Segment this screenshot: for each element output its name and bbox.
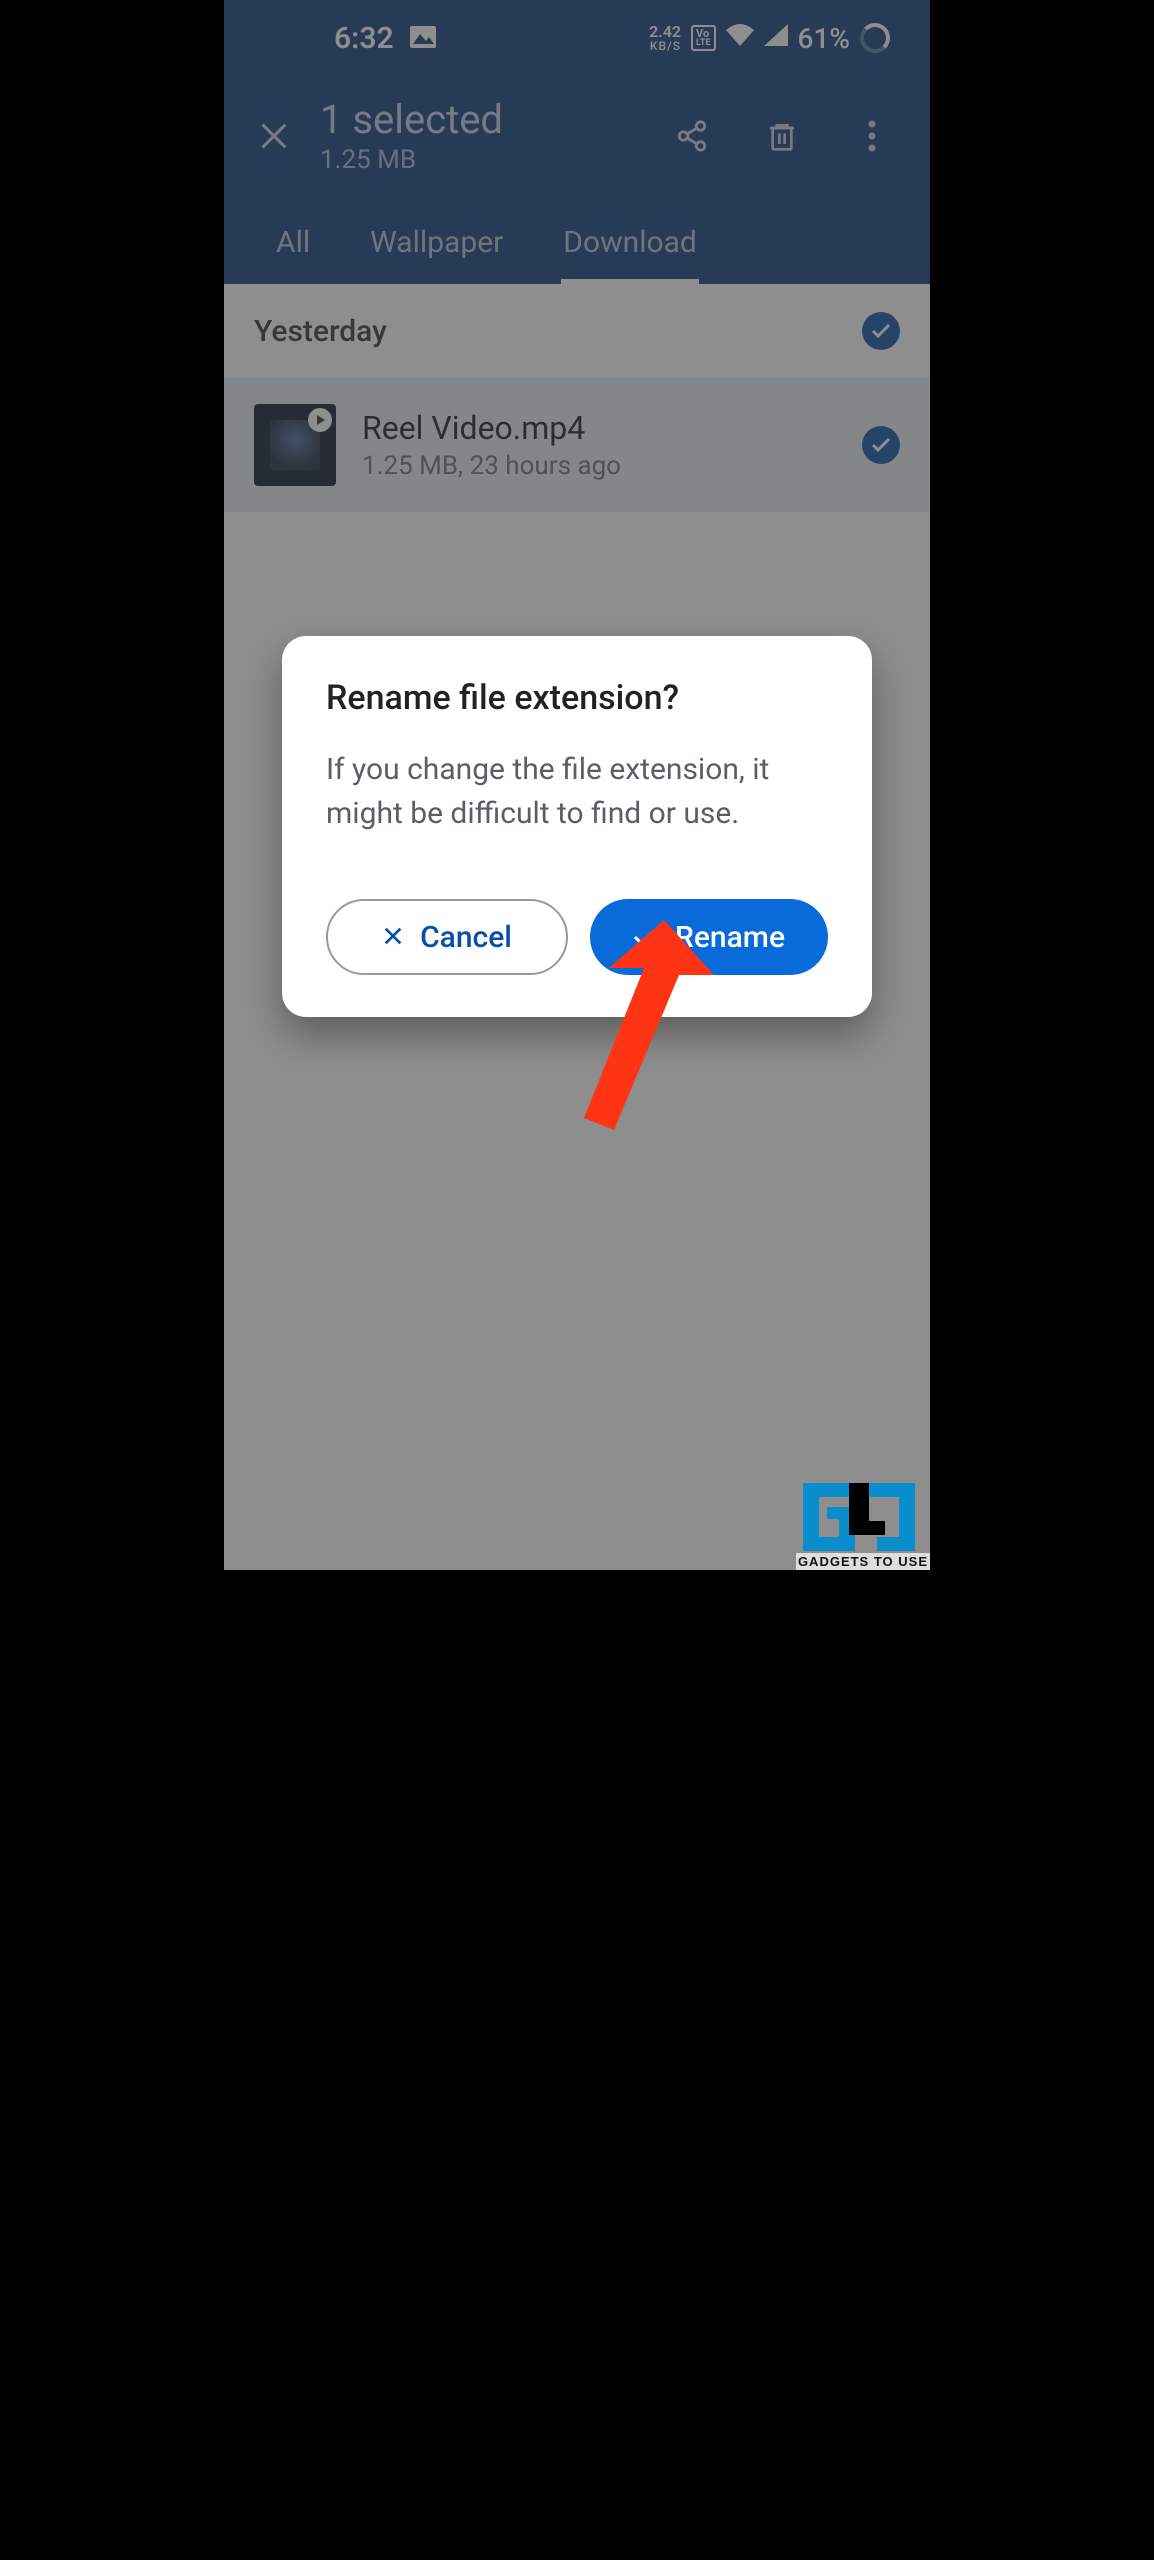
phone-screen: 6:32 2.42 KB/S VoLTE 61% (224, 0, 930, 1570)
check-icon (633, 920, 659, 955)
cancel-button[interactable]: Cancel (326, 899, 568, 975)
watermark-logo-icon (803, 1477, 923, 1553)
watermark-text: GADGETS TO USE (796, 1553, 930, 1570)
rename-label: Rename (675, 920, 785, 955)
rename-button[interactable]: Rename (590, 899, 828, 975)
watermark: GADGETS TO USE (796, 1477, 930, 1570)
rename-extension-dialog: Rename file extension? If you change the… (282, 636, 872, 1017)
dialog-message: If you change the file extension, it mig… (326, 748, 828, 835)
cancel-label: Cancel (420, 920, 512, 955)
close-icon (382, 920, 404, 955)
dialog-title: Rename file extension? (326, 678, 828, 718)
